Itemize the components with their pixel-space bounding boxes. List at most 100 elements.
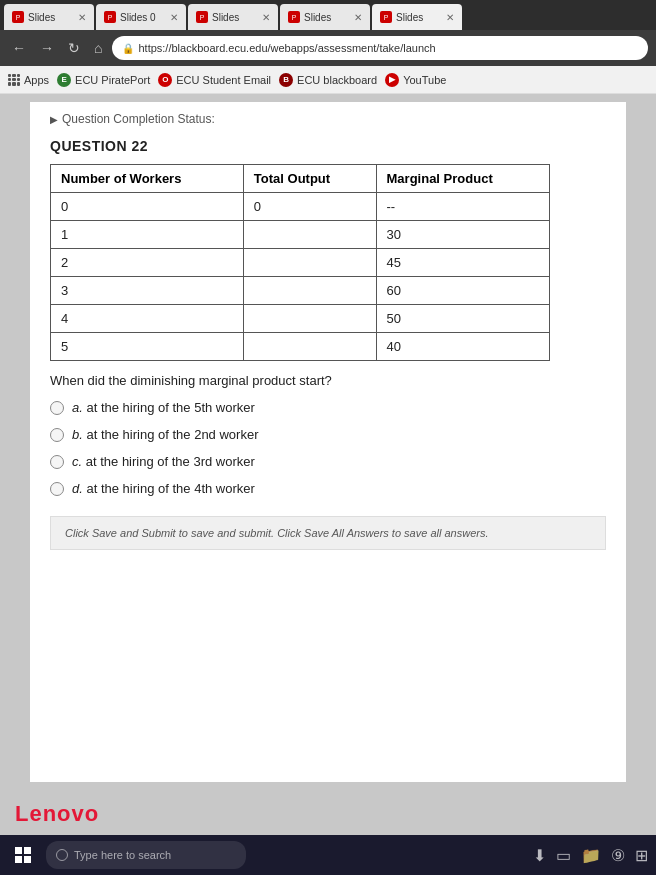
tab-2[interactable]: P Slides 0 ✕: [96, 4, 186, 30]
radio-a[interactable]: [50, 401, 64, 415]
tab-4[interactable]: P Slides ✕: [280, 4, 370, 30]
marginal-4: 50: [376, 305, 549, 333]
taskbar-icon-5[interactable]: ⊞: [635, 846, 648, 865]
address-input[interactable]: 🔒 https://blackboard.ecu.edu/webapps/ass…: [112, 36, 648, 60]
windows-logo-icon: [15, 847, 31, 863]
answer-text-b: b. at the hiring of the 2nd worker: [72, 427, 258, 442]
taskbar-system-icons: ⬇ ▭ 📁 ⑨ ⊞: [533, 846, 648, 865]
address-bar-row: ← → ↻ ⌂ 🔒 https://blackboard.ecu.edu/web…: [0, 30, 656, 66]
tab-3-label: Slides: [212, 12, 239, 23]
marginal-5: 40: [376, 333, 549, 361]
tab-5-label: Slides: [396, 12, 423, 23]
taskbar-icon-4[interactable]: ⑨: [611, 846, 625, 865]
answer-body-d: at the hiring of the 4th worker: [86, 481, 254, 496]
output-5: [243, 333, 376, 361]
question-title: QUESTION 22: [50, 138, 606, 154]
tab-2-label: Slides 0: [120, 12, 156, 23]
answer-label-d: d.: [72, 481, 83, 496]
bookmarks-bar: Apps E ECU PiratePort O ECU Student Emai…: [0, 66, 656, 94]
home-button[interactable]: ⌂: [90, 38, 106, 58]
answer-body-c: at the hiring of the 3rd worker: [86, 454, 255, 469]
radio-d[interactable]: [50, 482, 64, 496]
table-row: 5 40: [51, 333, 550, 361]
taskbar-search[interactable]: Type here to search: [46, 841, 246, 869]
start-button[interactable]: [8, 840, 38, 870]
table-row: 0 0 --: [51, 193, 550, 221]
answer-label-a: a.: [72, 400, 83, 415]
apps-bookmark[interactable]: Apps: [8, 74, 49, 86]
pirateport-label: ECU PiratePort: [75, 74, 150, 86]
table-row: 2 45: [51, 249, 550, 277]
output-1: [243, 221, 376, 249]
taskbar-icon-1[interactable]: ⬇: [533, 846, 546, 865]
answer-option-d[interactable]: d. at the hiring of the 4th worker: [50, 481, 606, 496]
email-icon: O: [158, 73, 172, 87]
apps-grid-icon: [8, 74, 20, 86]
marginal-3: 60: [376, 277, 549, 305]
workers-table: Number of Workers Total Output Marginal …: [50, 164, 550, 361]
blackboard-bookmark[interactable]: B ECU blackboard: [279, 73, 377, 87]
tab-4-close[interactable]: ✕: [354, 12, 362, 23]
lenovo-brand: Lenovo: [15, 801, 99, 827]
pdf-icon-2: P: [104, 11, 116, 23]
col-header-output: Total Output: [243, 165, 376, 193]
pdf-icon-1: P: [12, 11, 24, 23]
completion-status-text: Question Completion Status:: [62, 112, 215, 126]
radio-b[interactable]: [50, 428, 64, 442]
forward-button[interactable]: →: [36, 38, 58, 58]
back-button[interactable]: ←: [8, 38, 30, 58]
taskbar-icon-3[interactable]: 📁: [581, 846, 601, 865]
table-row: 3 60: [51, 277, 550, 305]
reload-button[interactable]: ↻: [64, 38, 84, 58]
answer-option-c[interactable]: c. at the hiring of the 3rd worker: [50, 454, 606, 469]
youtube-icon: ▶: [385, 73, 399, 87]
workers-3: 3: [51, 277, 244, 305]
answer-option-b[interactable]: b. at the hiring of the 2nd worker: [50, 427, 606, 442]
output-4: [243, 305, 376, 333]
tab-5-close[interactable]: ✕: [446, 12, 454, 23]
tab-3[interactable]: P Slides ✕: [188, 4, 278, 30]
taskbar-icon-2[interactable]: ▭: [556, 846, 571, 865]
tab-3-close[interactable]: ✕: [262, 12, 270, 23]
answer-text-a: a. at the hiring of the 5th worker: [72, 400, 255, 415]
tab-4-label: Slides: [304, 12, 331, 23]
marginal-0: --: [376, 193, 549, 221]
output-0: 0: [243, 193, 376, 221]
answer-label-b: b.: [72, 427, 83, 442]
tab-1[interactable]: P Slides ✕: [4, 4, 94, 30]
table-row: 4 50: [51, 305, 550, 333]
marginal-1: 30: [376, 221, 549, 249]
ecupirateport-bookmark[interactable]: E ECU PiratePort: [57, 73, 150, 87]
youtube-label: YouTube: [403, 74, 446, 86]
answer-body-b: at the hiring of the 2nd worker: [86, 427, 258, 442]
completion-arrow-icon: ▶: [50, 114, 58, 125]
table-row: 1 30: [51, 221, 550, 249]
answer-text-d: d. at the hiring of the 4th worker: [72, 481, 255, 496]
taskbar: Type here to search ⬇ ▭ 📁 ⑨ ⊞: [0, 835, 656, 875]
pdf-icon-5: P: [380, 11, 392, 23]
workers-0: 0: [51, 193, 244, 221]
search-icon: [56, 849, 68, 861]
radio-c[interactable]: [50, 455, 64, 469]
output-2: [243, 249, 376, 277]
url-text: https://blackboard.ecu.edu/webapps/asses…: [138, 42, 435, 54]
blackboard-label: ECU blackboard: [297, 74, 377, 86]
tab-2-close[interactable]: ✕: [170, 12, 178, 23]
pdf-icon-3: P: [196, 11, 208, 23]
search-placeholder: Type here to search: [74, 849, 171, 861]
tab-1-close[interactable]: ✕: [78, 12, 86, 23]
workers-4: 4: [51, 305, 244, 333]
youtube-bookmark[interactable]: ▶ YouTube: [385, 73, 446, 87]
answer-option-a[interactable]: a. at the hiring of the 5th worker: [50, 400, 606, 415]
tab-5[interactable]: P Slides ✕: [372, 4, 462, 30]
workers-2: 2: [51, 249, 244, 277]
ecuemail-bookmark[interactable]: O ECU Student Email: [158, 73, 271, 87]
save-note: Click Save and Submit to save and submit…: [50, 516, 606, 550]
col-header-workers: Number of Workers: [51, 165, 244, 193]
tab-bar: P Slides ✕ P Slides 0 ✕ P Slides ✕ P Sli…: [0, 0, 656, 30]
pirateport-icon: E: [57, 73, 71, 87]
answer-body-a: at the hiring of the 5th worker: [86, 400, 254, 415]
answer-label-c: c.: [72, 454, 82, 469]
blackboard-icon: B: [279, 73, 293, 87]
col-header-marginal: Marginal Product: [376, 165, 549, 193]
